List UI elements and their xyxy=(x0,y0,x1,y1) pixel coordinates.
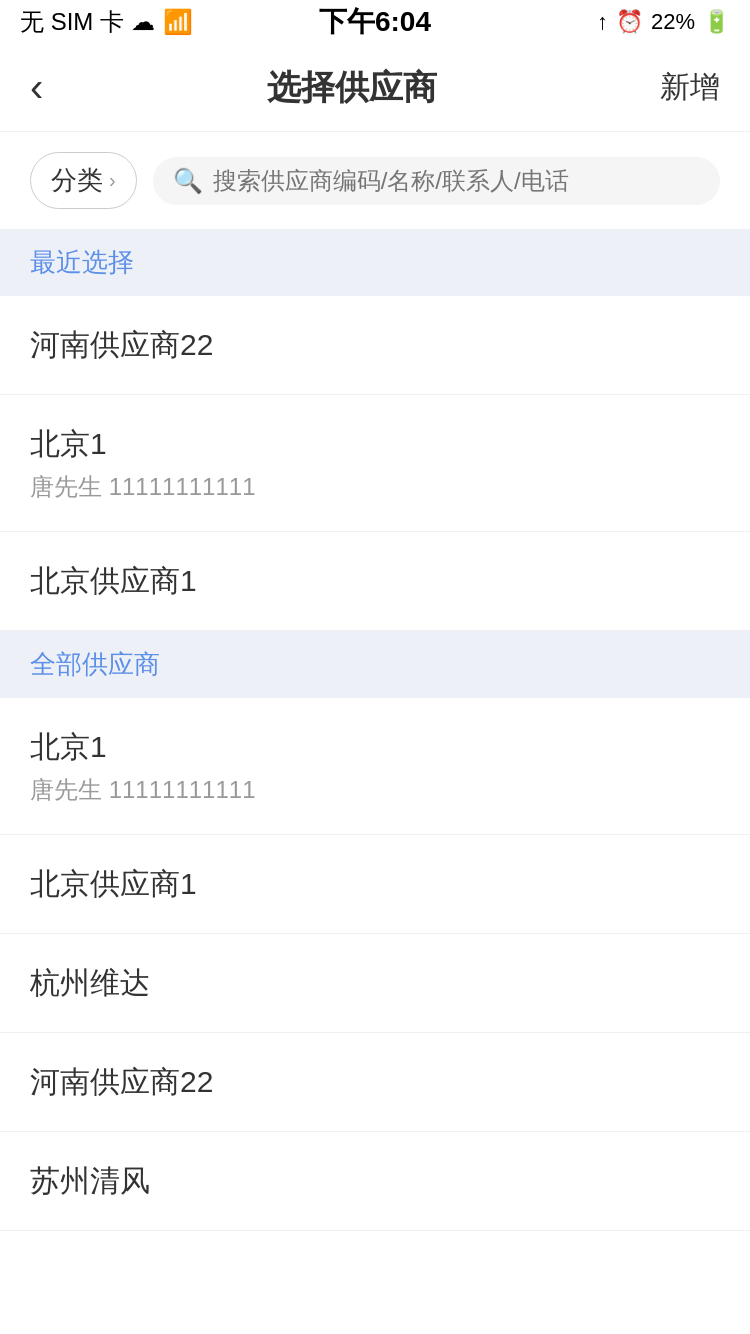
no-sim-text: 无 SIM 卡 ☁ xyxy=(20,6,155,38)
item-name: 北京供应商1 xyxy=(30,863,720,905)
item-name: 北京1 xyxy=(30,726,720,768)
category-label: 分类 xyxy=(51,163,103,198)
chevron-right-icon: › xyxy=(109,169,116,192)
recent-section-label: 最近选择 xyxy=(30,247,134,277)
list-item[interactable]: 河南供应商22 xyxy=(0,296,750,395)
recent-section-header: 最近选择 xyxy=(0,229,750,296)
all-section-header: 全部供应商 xyxy=(0,631,750,698)
status-left: 无 SIM 卡 ☁ 📶 xyxy=(20,6,193,38)
back-button[interactable]: ‹ xyxy=(30,65,43,110)
filter-bar: 分类 › 🔍 xyxy=(0,132,750,229)
item-name: 北京1 xyxy=(30,423,720,465)
item-name: 河南供应商22 xyxy=(30,1061,720,1103)
list-item[interactable]: 北京供应商1 xyxy=(0,532,750,631)
list-item[interactable]: 杭州维达 xyxy=(0,934,750,1033)
item-sub: 唐先生 11111111111 xyxy=(30,774,720,806)
list-item[interactable]: 苏州清风 xyxy=(0,1132,750,1231)
location-icon: ↑ xyxy=(597,9,608,35)
search-box[interactable]: 🔍 xyxy=(153,157,720,205)
status-time: 下午6:04 xyxy=(319,3,431,41)
wifi-icon: 📶 xyxy=(163,8,193,36)
list-item[interactable]: 北京供应商1 xyxy=(0,835,750,934)
list-item[interactable]: 北京1 唐先生 11111111111 xyxy=(0,395,750,532)
status-right: ↑ ⏰ 22% 🔋 xyxy=(597,9,730,35)
category-button[interactable]: 分类 › xyxy=(30,152,137,209)
back-icon: ‹ xyxy=(30,65,43,110)
add-button[interactable]: 新增 xyxy=(660,67,720,108)
recent-items-list: 河南供应商22 北京1 唐先生 11111111111 北京供应商1 xyxy=(0,296,750,631)
item-name: 苏州清风 xyxy=(30,1160,720,1202)
battery-icon: 🔋 xyxy=(703,9,730,35)
search-icon: 🔍 xyxy=(173,167,203,195)
item-name: 杭州维达 xyxy=(30,962,720,1004)
alarm-icon: ⏰ xyxy=(616,9,643,35)
battery-text: 22% xyxy=(651,9,695,35)
list-item[interactable]: 北京1 唐先生 11111111111 xyxy=(0,698,750,835)
item-sub: 唐先生 11111111111 xyxy=(30,471,720,503)
nav-bar: ‹ 选择供应商 新增 xyxy=(0,44,750,132)
item-name: 北京供应商1 xyxy=(30,560,720,602)
item-name: 河南供应商22 xyxy=(30,324,720,366)
status-bar: 无 SIM 卡 ☁ 📶 下午6:04 ↑ ⏰ 22% 🔋 xyxy=(0,0,750,44)
list-item[interactable]: 河南供应商22 xyxy=(0,1033,750,1132)
all-items-list: 北京1 唐先生 11111111111 北京供应商1 杭州维达河南供应商22 苏州清风 xyxy=(0,698,750,1231)
page-title: 选择供应商 xyxy=(267,65,437,111)
all-section-label: 全部供应商 xyxy=(30,649,160,679)
search-input[interactable] xyxy=(213,167,700,195)
